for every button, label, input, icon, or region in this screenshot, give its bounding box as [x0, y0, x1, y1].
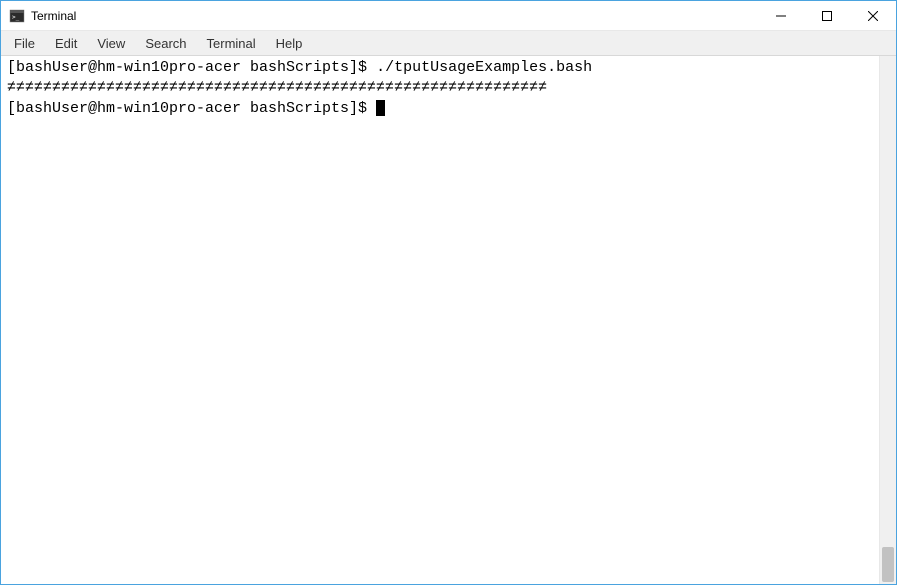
titlebar: >_ Terminal — [1, 1, 896, 31]
close-button[interactable] — [850, 1, 896, 30]
terminal-window: >_ Terminal File Edit View Search Termin… — [0, 0, 897, 585]
vertical-scrollbar[interactable] — [879, 56, 896, 584]
window-title: Terminal — [31, 9, 76, 23]
cursor-icon — [376, 100, 385, 116]
menu-file[interactable]: File — [5, 33, 44, 54]
prompt: [bashUser@hm-win10pro-acer bashScripts]$ — [7, 100, 376, 117]
menu-help[interactable]: Help — [267, 33, 312, 54]
terminal-content[interactable]: [bashUser@hm-win10pro-acer bashScripts]$… — [1, 56, 879, 584]
command-text: ./tputUsageExamples.bash — [376, 59, 592, 76]
terminal-icon: >_ — [9, 8, 25, 24]
menu-search[interactable]: Search — [136, 33, 195, 54]
scrollbar-thumb[interactable] — [882, 547, 894, 582]
terminal-line: ≠≠≠≠≠≠≠≠≠≠≠≠≠≠≠≠≠≠≠≠≠≠≠≠≠≠≠≠≠≠≠≠≠≠≠≠≠≠≠≠… — [7, 78, 873, 98]
menu-view[interactable]: View — [88, 33, 134, 54]
output-text: ≠≠≠≠≠≠≠≠≠≠≠≠≠≠≠≠≠≠≠≠≠≠≠≠≠≠≠≠≠≠≠≠≠≠≠≠≠≠≠≠… — [7, 79, 547, 96]
svg-text:>_: >_ — [12, 14, 20, 21]
menu-edit[interactable]: Edit — [46, 33, 86, 54]
prompt: [bashUser@hm-win10pro-acer bashScripts]$ — [7, 59, 376, 76]
menu-terminal[interactable]: Terminal — [198, 33, 265, 54]
maximize-button[interactable] — [804, 1, 850, 30]
window-controls — [758, 1, 896, 30]
terminal-line: [bashUser@hm-win10pro-acer bashScripts]$ — [7, 99, 873, 119]
terminal-body: [bashUser@hm-win10pro-acer bashScripts]$… — [1, 56, 896, 584]
terminal-line: [bashUser@hm-win10pro-acer bashScripts]$… — [7, 58, 873, 78]
menubar: File Edit View Search Terminal Help — [1, 31, 896, 56]
minimize-button[interactable] — [758, 1, 804, 30]
titlebar-left: >_ Terminal — [1, 8, 76, 24]
